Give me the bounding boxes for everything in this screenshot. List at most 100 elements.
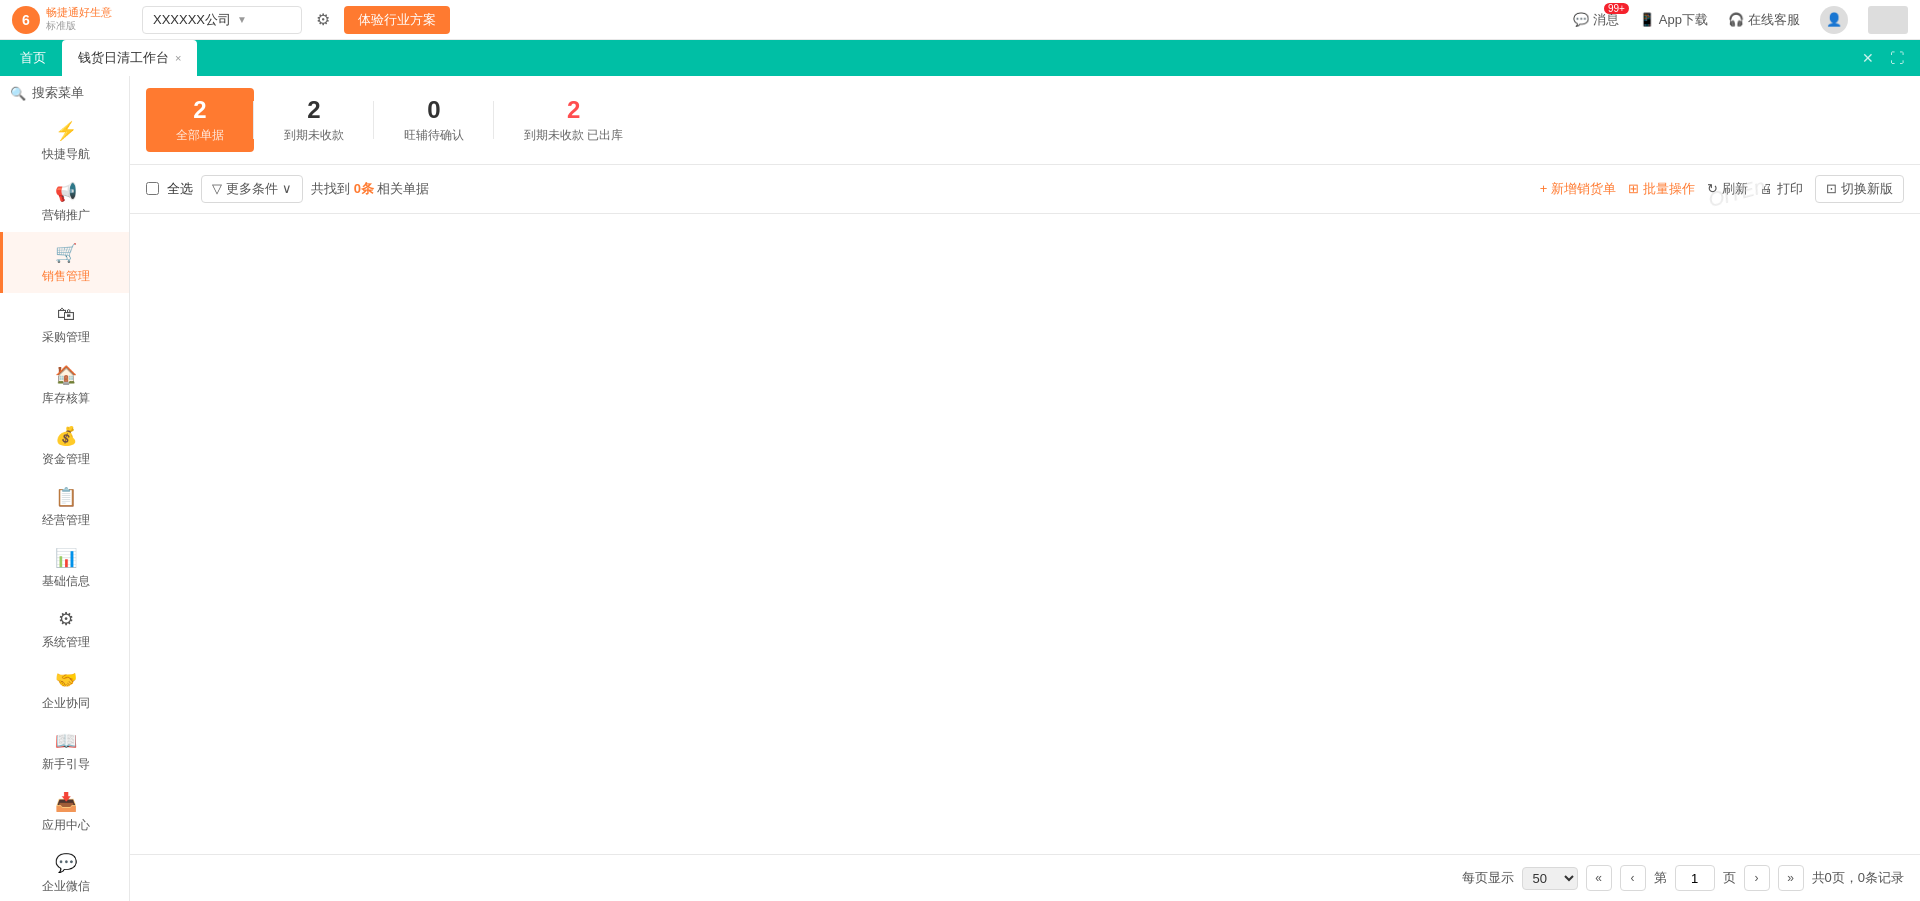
- finance-icon: 💰: [55, 425, 77, 447]
- card-overdue-shipped[interactable]: 2 到期未收款 已出库: [494, 88, 653, 152]
- add-btn[interactable]: + 新增销货单: [1540, 180, 1616, 198]
- app-download-btn[interactable]: 📱 App下载: [1639, 11, 1708, 29]
- active-tab-label: 钱货日清工作台: [78, 49, 169, 67]
- filter-arrow-icon: ∨: [282, 181, 292, 196]
- sidebar-item-guide[interactable]: 📖 新手引导: [0, 720, 129, 781]
- online-service-btn[interactable]: 🎧 在线客服: [1728, 11, 1800, 29]
- select-all-checkbox[interactable]: [146, 182, 159, 195]
- sidebar-item-label-base-info: 基础信息: [42, 573, 90, 590]
- per-page-label: 每页显示: [1462, 869, 1514, 887]
- empty-table-area: [130, 214, 1920, 854]
- sidebar-item-label-app-center: 应用中心: [42, 817, 90, 834]
- home-tab[interactable]: 首页: [4, 40, 62, 76]
- logo-text: 畅捷通好生意: [46, 6, 112, 19]
- avatar[interactable]: 👤: [1820, 6, 1848, 34]
- card-overdue-label: 到期未收款: [284, 127, 344, 144]
- refresh-btn-label: 刷新: [1722, 180, 1748, 198]
- filter-btn[interactable]: ▽ 更多条件 ∨: [201, 175, 303, 203]
- sidebar-item-enterprise[interactable]: 🤝 企业协同: [0, 659, 129, 720]
- card-all-number: 2: [193, 96, 206, 125]
- sidebar-item-inventory[interactable]: 🏠 库存核算: [0, 354, 129, 415]
- sidebar-item-label-quick-nav: 快捷导航: [42, 146, 90, 163]
- sidebar-item-sales[interactable]: 🛒 销售管理: [0, 232, 129, 293]
- sidebar-item-label-wecom: 企业微信: [42, 878, 90, 895]
- sidebar-item-app-center[interactable]: 📥 应用中心: [0, 781, 129, 842]
- trial-btn[interactable]: 体验行业方案: [344, 6, 450, 34]
- close-window-icon[interactable]: ✕: [1858, 48, 1878, 68]
- card-pending-label: 旺辅待确认: [404, 127, 464, 144]
- top-bar: 6 畅捷通好生意 标准版 XXXXXX公司 ▼ ⚙ 体验行业方案 💬 消息 99…: [0, 0, 1920, 40]
- sidebar-item-quick-nav[interactable]: ⚡ 快捷导航: [0, 110, 129, 171]
- switch-icon: ⊡: [1826, 181, 1837, 196]
- guide-icon: 📖: [55, 730, 77, 752]
- refresh-btn[interactable]: ↻ 刷新: [1707, 180, 1748, 198]
- filter-icon: ▽: [212, 181, 222, 196]
- app-center-icon: 📥: [55, 791, 77, 813]
- page-suffix: 页: [1723, 869, 1736, 887]
- card-pending[interactable]: 0 旺辅待确认: [374, 88, 494, 152]
- found-suffix: 相关单据: [377, 181, 429, 196]
- per-page-select[interactable]: 50 100 200: [1522, 867, 1578, 890]
- sidebar-item-marketing[interactable]: 📢 营销推广: [0, 171, 129, 232]
- user-name-area[interactable]: [1868, 6, 1908, 34]
- sidebar-item-finance[interactable]: 💰 资金管理: [0, 415, 129, 476]
- found-prefix: 共找到: [311, 181, 350, 196]
- operation-icon: 📋: [55, 486, 77, 508]
- card-pending-number: 0: [427, 96, 440, 125]
- sidebar-item-system[interactable]: ⚙ 系统管理: [0, 598, 129, 659]
- sidebar-item-wecom[interactable]: 💬 企业微信: [0, 842, 129, 901]
- close-tab-icon[interactable]: ×: [175, 52, 181, 64]
- first-page-btn[interactable]: «: [1586, 865, 1612, 891]
- last-page-btn[interactable]: »: [1778, 865, 1804, 891]
- message-badge: 99+: [1604, 3, 1629, 14]
- sidebar-item-base-info[interactable]: 📊 基础信息: [0, 537, 129, 598]
- settings-icon[interactable]: ⚙: [312, 6, 334, 33]
- logo-sub: 标准版: [46, 19, 112, 33]
- online-service-icon: 🎧: [1728, 12, 1744, 27]
- toolbar-left: 全选 ▽ 更多条件 ∨ 共找到 0条 相关单据: [146, 175, 429, 203]
- sidebar-item-label-enterprise: 企业协同: [42, 695, 90, 712]
- batch-btn[interactable]: ⊞ 批量操作: [1628, 180, 1695, 198]
- print-btn-label: 打印: [1777, 180, 1803, 198]
- online-service-label: 在线客服: [1748, 11, 1800, 29]
- maximize-icon[interactable]: ⛶: [1886, 48, 1908, 68]
- card-overdue-number: 2: [307, 96, 320, 125]
- inventory-icon: 🏠: [55, 364, 77, 386]
- nav-tabs: 首页 钱货日清工作台 × ✕ ⛶: [0, 40, 1920, 76]
- sidebar-item-operation[interactable]: 📋 经营管理: [0, 476, 129, 537]
- sidebar-item-purchase[interactable]: 🛍 采购管理: [0, 293, 129, 354]
- message-btn[interactable]: 💬 消息 99+: [1573, 11, 1619, 29]
- prev-page-btn[interactable]: ‹: [1620, 865, 1646, 891]
- search-menu-label: 搜索菜单: [32, 84, 84, 102]
- nav-tab-actions: ✕ ⛶: [1858, 48, 1916, 68]
- marketing-icon: 📢: [55, 181, 77, 203]
- purchase-icon: 🛍: [55, 303, 77, 325]
- enterprise-icon: 🤝: [55, 669, 77, 691]
- print-icon: 🖨: [1760, 181, 1773, 196]
- print-btn[interactable]: 🖨 打印: [1760, 180, 1803, 198]
- active-tab[interactable]: 钱货日清工作台 ×: [62, 40, 197, 76]
- sales-icon: 🛒: [55, 242, 77, 264]
- search-menu[interactable]: 🔍 搜索菜单: [0, 76, 129, 110]
- sidebar-item-label-guide: 新手引导: [42, 756, 90, 773]
- system-icon: ⚙: [55, 608, 77, 630]
- next-page-btn[interactable]: ›: [1744, 865, 1770, 891]
- total-label: 共0页，0条记录: [1812, 869, 1904, 887]
- sidebar-item-label-marketing: 营销推广: [42, 207, 90, 224]
- layout: 🔍 搜索菜单 ⚡ 快捷导航 📢 营销推广 🛒 销售管理 🛍 采购管理 🏠 库存核…: [0, 76, 1920, 901]
- card-all[interactable]: 2 全部单据: [146, 88, 254, 152]
- wecom-icon: 💬: [55, 852, 77, 874]
- switch-btn-label: 切换新版: [1841, 180, 1893, 198]
- switch-btn[interactable]: ⊡ 切换新版: [1815, 175, 1904, 203]
- company-dropdown-arrow: ▼: [237, 14, 247, 25]
- logo-icon: 6: [12, 6, 40, 34]
- select-all-label: 全选: [167, 180, 193, 198]
- base-info-icon: 📊: [55, 547, 77, 569]
- summary-cards: 2 全部单据 2 到期未收款 0 旺辅待确认 2 到期未收款 已出库: [130, 76, 1920, 165]
- home-tab-label: 首页: [20, 49, 46, 67]
- pagination-bar: 每页显示 50 100 200 « ‹ 第 页 › » 共0页，0条记录: [130, 854, 1920, 901]
- company-selector[interactable]: XXXXXX公司 ▼: [142, 6, 302, 34]
- search-icon: 🔍: [10, 86, 26, 101]
- card-overdue[interactable]: 2 到期未收款: [254, 88, 374, 152]
- page-input[interactable]: [1675, 865, 1715, 891]
